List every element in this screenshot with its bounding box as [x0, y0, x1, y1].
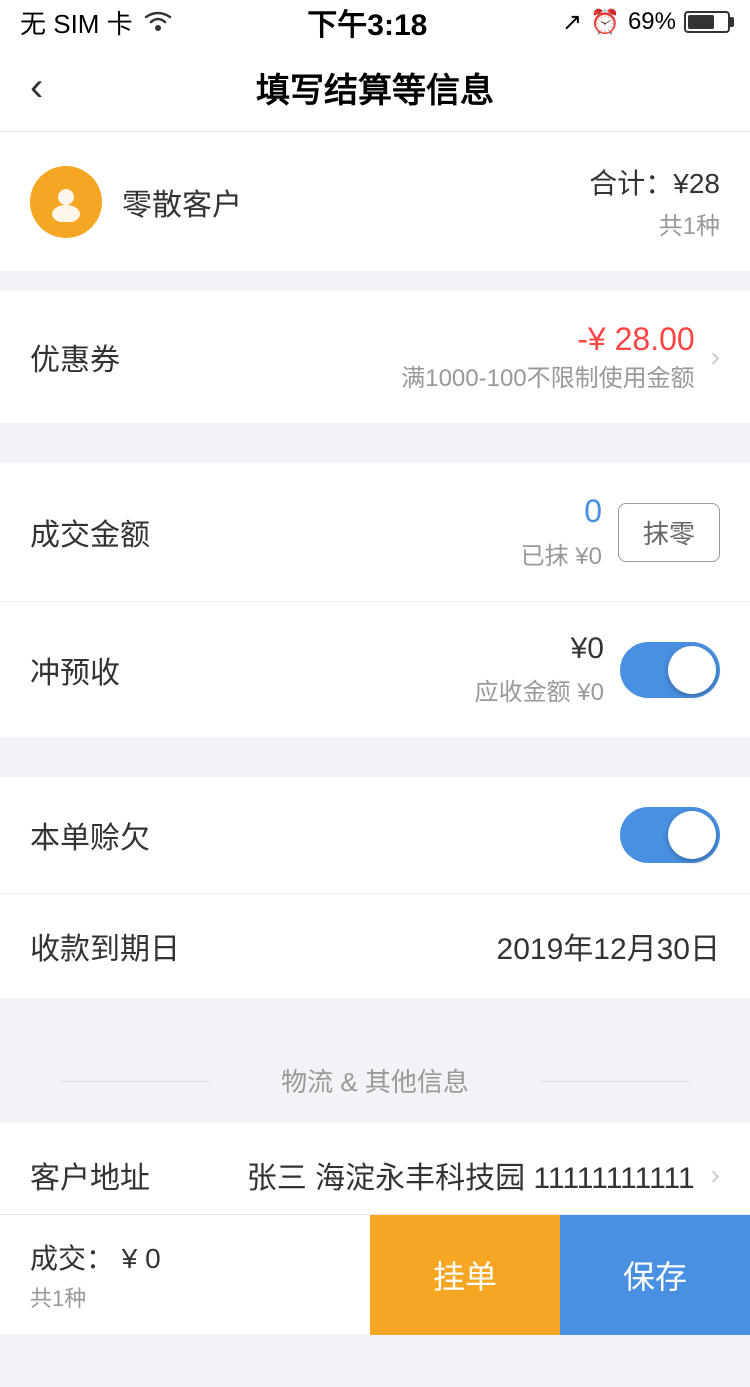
coupon-hint: 满1000-100不限制使用金额 [401, 358, 694, 393]
credit-section: 本单赊欠 收款到期日 2019年12月30日 [0, 777, 750, 998]
address-right: 张三 海淀永丰科技园 11111111111 › [247, 1153, 720, 1197]
bottom-deal-value: ¥ 0 [122, 1243, 161, 1274]
coupon-right: -¥ 28.00 满1000-100不限制使用金额 › [401, 321, 720, 393]
wifi-icon [143, 7, 173, 38]
page-title: 填写结算等信息 [256, 63, 494, 112]
status-right: ↗ ⏰ 69% [562, 8, 730, 37]
customer-avatar [30, 166, 102, 238]
credit-right [620, 807, 720, 863]
deal-amount-value: 0 [521, 493, 602, 530]
battery-percent: 69% [628, 8, 676, 36]
location-icon: ↗ [562, 8, 582, 37]
logistics-header-label: 物流 & 其他信息 [281, 1067, 469, 1097]
bottom-deal-prefix: 成交： [30, 1243, 114, 1274]
credit-row: 本单赊欠 [0, 777, 750, 894]
address-label: 客户地址 [30, 1153, 150, 1197]
save-button[interactable]: 保存 [560, 1215, 750, 1335]
prepaid-value: ¥0 [475, 632, 604, 666]
customer-right: 合计：¥28 共1种 [589, 162, 720, 241]
deal-amount-label: 成交金额 [30, 510, 150, 554]
prepaid-label: 冲预收 [30, 648, 120, 692]
coupon-chevron-icon: › [711, 341, 720, 373]
credit-toggle-knob [668, 811, 716, 859]
logistics-header: 物流 & 其他信息 [0, 1038, 750, 1123]
coupon-row[interactable]: 优惠券 -¥ 28.00 满1000-100不限制使用金额 › [0, 291, 750, 423]
carrier-label: 无 SIM 卡 [20, 4, 133, 41]
battery-icon [684, 11, 730, 33]
alarm-icon: ⏰ [590, 8, 620, 37]
customer-section: 零散客户 合计：¥28 共1种 [0, 132, 750, 271]
due-date-value: 2019年12月30日 [497, 924, 720, 968]
coupon-discount: -¥ 28.00 [401, 321, 694, 358]
hang-button[interactable]: 挂单 [370, 1215, 560, 1335]
status-bar: 无 SIM 卡 下午3:18 ↗ ⏰ 69% [0, 0, 750, 44]
bottom-info: 成交： ¥ 0 共1种 [0, 1237, 370, 1313]
status-left: 无 SIM 卡 [20, 4, 173, 41]
deal-amount-row: 成交金额 0 已抹 ¥0 抹零 [0, 463, 750, 602]
customer-row: 零散客户 合计：¥28 共1种 [0, 132, 750, 271]
round-zero-button[interactable]: 抹零 [618, 503, 720, 562]
content-area: 零散客户 合计：¥28 共1种 优惠券 -¥ 28.00 满1000-100不限… [0, 132, 750, 1387]
address-row[interactable]: 客户地址 张三 海淀永丰科技园 11111111111 › [0, 1123, 750, 1227]
status-time: 下午3:18 [307, 0, 427, 44]
divider-1 [0, 443, 750, 463]
prepaid-right: ¥0 应收金额 ¥0 [475, 632, 720, 707]
bottom-count: 共1种 [30, 1281, 340, 1313]
credit-toggle[interactable] [620, 807, 720, 863]
back-button[interactable]: ‹ [30, 65, 43, 110]
customer-left: 零散客户 [30, 166, 242, 238]
bottom-bar: 成交： ¥ 0 共1种 挂单 保存 [0, 1214, 750, 1334]
prepaid-toggle-knob [668, 646, 716, 694]
divider-2 [0, 757, 750, 777]
prepaid-toggle[interactable] [620, 642, 720, 698]
bottom-deal-label: 成交： ¥ 0 [30, 1237, 340, 1277]
due-date-label: 收款到期日 [30, 924, 180, 968]
address-chevron-icon: › [711, 1159, 720, 1191]
customer-count: 共1种 [589, 206, 720, 241]
deal-section: 成交金额 0 已抹 ¥0 抹零 冲预收 ¥0 应收金额 ¥0 [0, 463, 750, 737]
coupon-label: 优惠券 [30, 335, 120, 379]
nav-bar: ‹ 填写结算等信息 [0, 44, 750, 132]
deal-amount-sub: 已抹 ¥0 [521, 536, 602, 571]
prepaid-row: 冲预收 ¥0 应收金额 ¥0 [0, 602, 750, 737]
divider-3 [0, 1018, 750, 1038]
address-section[interactable]: 客户地址 张三 海淀永丰科技园 11111111111 › [0, 1123, 750, 1227]
address-value: 张三 海淀永丰科技园 11111111111 [247, 1153, 695, 1197]
prepaid-sub: 应收金额 ¥0 [475, 672, 604, 707]
deal-amount-right: 0 已抹 ¥0 抹零 [521, 493, 720, 571]
customer-total: 合计：¥28 [589, 162, 720, 202]
due-date-row: 收款到期日 2019年12月30日 [0, 894, 750, 998]
credit-label: 本单赊欠 [30, 813, 150, 857]
coupon-section[interactable]: 优惠券 -¥ 28.00 满1000-100不限制使用金额 › [0, 291, 750, 423]
customer-name: 零散客户 [122, 180, 242, 224]
